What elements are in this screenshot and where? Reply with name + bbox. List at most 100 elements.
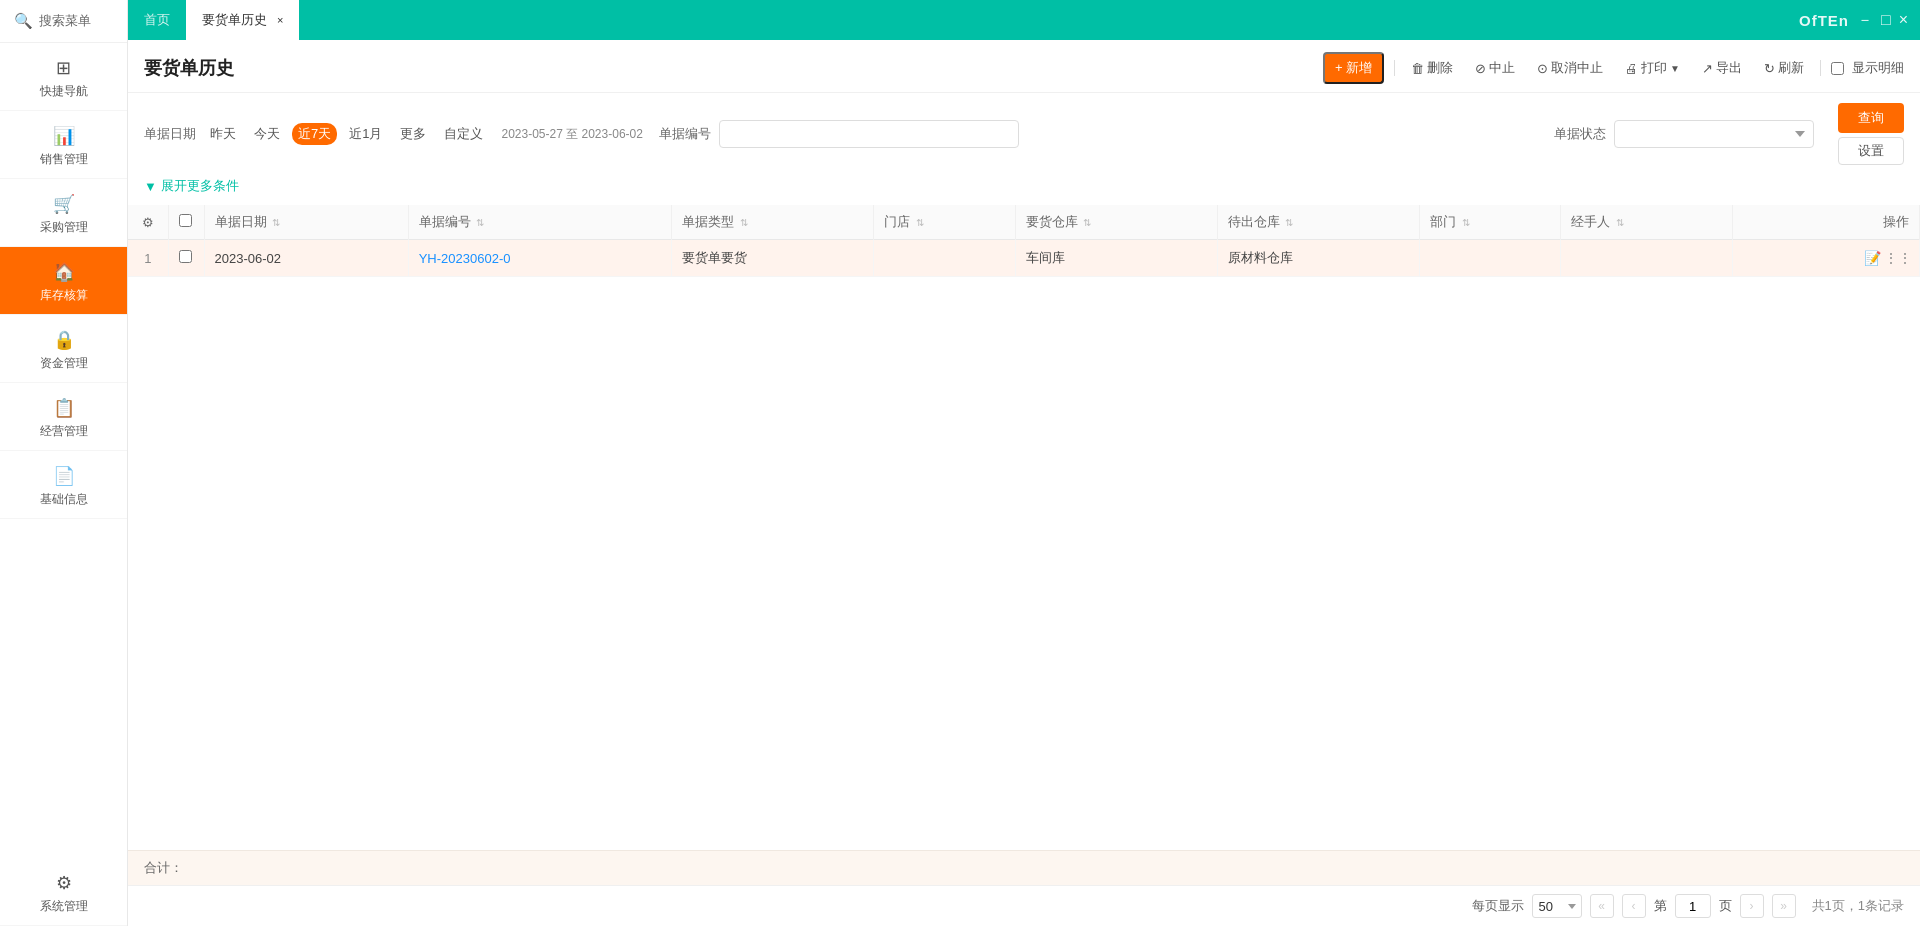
sidebar-item-sales[interactable]: 📊 销售管理 — [0, 111, 127, 179]
show-detail-checkbox[interactable] — [1831, 62, 1844, 75]
shortcut-1month[interactable]: 近1月 — [343, 123, 388, 145]
last-page-btn[interactable]: » — [1772, 894, 1796, 918]
action-buttons: 查询 设置 — [1838, 103, 1904, 165]
sidebar-item-label: 库存核算 — [40, 287, 88, 304]
delete-button[interactable]: 🗑 删除 — [1405, 55, 1459, 81]
select-all-checkbox[interactable] — [179, 214, 192, 227]
topbar: 首页 要货单历史 × OfTEn － □ × — [128, 0, 1920, 40]
row-number: 1 — [128, 240, 168, 277]
setting-button[interactable]: 设置 — [1838, 137, 1904, 165]
col-settings[interactable]: ⚙ — [128, 205, 168, 240]
sidebar-item-inventory[interactable]: 🏠 库存核算 — [0, 247, 127, 315]
close-tab-icon[interactable]: × — [277, 14, 283, 26]
tab-order-history[interactable]: 要货单历史 × — [186, 0, 299, 40]
page-title: 要货单历史 — [144, 56, 234, 80]
tab-home-label: 首页 — [144, 11, 170, 29]
sidebar-item-finance[interactable]: 🔒 资金管理 — [0, 315, 127, 383]
first-page-btn[interactable]: « — [1590, 894, 1614, 918]
shortcut-custom[interactable]: 自定义 — [438, 123, 489, 145]
shortcut-yesterday[interactable]: 昨天 — [204, 123, 242, 145]
cancel-stop-button[interactable]: ⊙ 取消中止 — [1531, 55, 1609, 81]
page-unit: 页 — [1719, 897, 1732, 915]
col-pending-warehouse-label: 待出仓库 — [1228, 214, 1280, 229]
shortcut-7days[interactable]: 近7天 — [292, 123, 337, 145]
doc-status-select[interactable] — [1614, 120, 1814, 148]
main-content: 首页 要货单历史 × OfTEn － □ × 要货单历史 + 新增 🗑 删除 — [128, 0, 1920, 926]
handler-sort-icon[interactable]: ⇅ — [1616, 217, 1624, 228]
delete-icon: 🗑 — [1411, 61, 1424, 76]
filter-row-1: 单据日期 昨天 今天 近7天 近1月 更多 自定义 2023-05-27 至 2… — [144, 103, 1904, 165]
sidebar-item-basic[interactable]: 📄 基础信息 — [0, 451, 127, 519]
shortcut-more[interactable]: 更多 — [394, 123, 432, 145]
store-sort-icon[interactable]: ⇅ — [916, 217, 924, 228]
col-doc-type-label: 单据类型 — [682, 214, 734, 229]
sidebar-item-label: 采购管理 — [40, 219, 88, 236]
prev-page-btn[interactable]: ‹ — [1622, 894, 1646, 918]
finance-icon: 🔒 — [53, 329, 75, 351]
date-shortcuts: 昨天 今天 近7天 近1月 更多 自定义 — [204, 123, 489, 145]
sidebar-item-label: 系统管理 — [40, 898, 88, 915]
table-header-row: ⚙ 单据日期 ⇅ 单据编号 ⇅ 单据类型 — [128, 205, 1920, 240]
tab-home[interactable]: 首页 — [128, 0, 186, 40]
footer-summary: 合计： — [128, 850, 1920, 885]
sidebar-item-purchase[interactable]: 🛒 采购管理 — [0, 179, 127, 247]
sidebar-item-quick-nav[interactable]: ⊞ 快捷导航 — [0, 43, 127, 111]
req-warehouse-sort-icon[interactable]: ⇅ — [1083, 217, 1091, 228]
date-sort-icon[interactable]: ⇅ — [272, 217, 280, 228]
col-handler-label: 经手人 — [1571, 214, 1610, 229]
row-date: 2023-06-02 — [204, 240, 408, 277]
doc-type-sort-icon[interactable]: ⇅ — [740, 217, 748, 228]
toolbar: + 新增 🗑 删除 ⊘ 中止 ⊙ 取消中止 🖨 打印 ▼ — [1323, 52, 1904, 84]
sidebar-search-label: 搜索菜单 — [39, 12, 91, 30]
date-range-display: 2023-05-27 至 2023-06-02 — [501, 126, 642, 143]
tab-order-history-label: 要货单历史 — [202, 11, 267, 29]
purchase-icon: 🛒 — [53, 193, 75, 215]
doc-number-input[interactable] — [719, 120, 1019, 148]
row-operations: 📝 ⋮⋮ — [1733, 240, 1920, 277]
sidebar-search[interactable]: 🔍 搜索菜单 — [0, 0, 127, 43]
data-table: ⚙ 单据日期 ⇅ 单据编号 ⇅ 单据类型 — [128, 205, 1920, 277]
refresh-button[interactable]: ↻ 刷新 — [1758, 55, 1810, 81]
row-more-btn[interactable]: ⋮⋮ — [1887, 247, 1909, 269]
col-pending-warehouse: 待出仓库 ⇅ — [1217, 205, 1419, 240]
show-detail-button[interactable]: 显示明细 — [1831, 59, 1904, 77]
col-handler: 经手人 ⇅ — [1561, 205, 1733, 240]
page-input[interactable] — [1675, 894, 1711, 918]
delete-label: 删除 — [1427, 59, 1453, 77]
print-button[interactable]: 🖨 打印 ▼ — [1619, 55, 1686, 81]
pending-warehouse-sort-icon[interactable]: ⇅ — [1285, 217, 1293, 228]
row-pending-warehouse: 原材料仓库 — [1217, 240, 1419, 277]
window-close-btn[interactable]: × — [1899, 11, 1908, 29]
col-date-label: 单据日期 — [215, 214, 267, 229]
sidebar-item-label: 经营管理 — [40, 423, 88, 440]
sales-icon: 📊 — [53, 125, 75, 147]
row-checkbox[interactable] — [179, 250, 192, 263]
stop-icon: ⊘ — [1475, 61, 1486, 76]
page-header: 要货单历史 + 新增 🗑 删除 ⊘ 中止 ⊙ 取消中止 🖨 打 — [128, 40, 1920, 93]
doc-no-link[interactable]: YH-20230602-0 — [419, 251, 511, 266]
search-icon: 🔍 — [14, 12, 33, 30]
sidebar-item-label: 快捷导航 — [40, 83, 88, 100]
sidebar-item-operations[interactable]: 📋 经营管理 — [0, 383, 127, 451]
expand-conditions-btn[interactable]: ▼ 展开更多条件 — [144, 173, 1904, 199]
dept-sort-icon[interactable]: ⇅ — [1462, 217, 1470, 228]
stop-button[interactable]: ⊘ 中止 — [1469, 55, 1521, 81]
per-page-select[interactable]: 50 20 100 — [1532, 894, 1582, 918]
page-label: 第 — [1654, 897, 1667, 915]
next-page-btn[interactable]: › — [1740, 894, 1764, 918]
col-operation: 操作 — [1733, 205, 1920, 240]
maximize-btn[interactable]: □ — [1881, 11, 1891, 29]
shortcut-today[interactable]: 今天 — [248, 123, 286, 145]
doc-no-sort-icon[interactable]: ⇅ — [476, 217, 484, 228]
row-edit-btn[interactable]: 📝 — [1861, 247, 1883, 269]
new-button[interactable]: + 新增 — [1323, 52, 1384, 84]
sidebar-item-system[interactable]: ⚙ 系统管理 — [0, 858, 127, 926]
minimize-btn[interactable]: － — [1857, 10, 1873, 31]
table-row: 1 2023-06-02 YH-20230602-0 要货单要货 车间库 原材料… — [128, 240, 1920, 277]
col-checkbox[interactable] — [168, 205, 204, 240]
row-checkbox-cell[interactable] — [168, 240, 204, 277]
sidebar-item-label: 基础信息 — [40, 491, 88, 508]
export-button[interactable]: ↗ 导出 — [1696, 55, 1748, 81]
query-button[interactable]: 查询 — [1838, 103, 1904, 133]
divider-1 — [1394, 60, 1395, 76]
